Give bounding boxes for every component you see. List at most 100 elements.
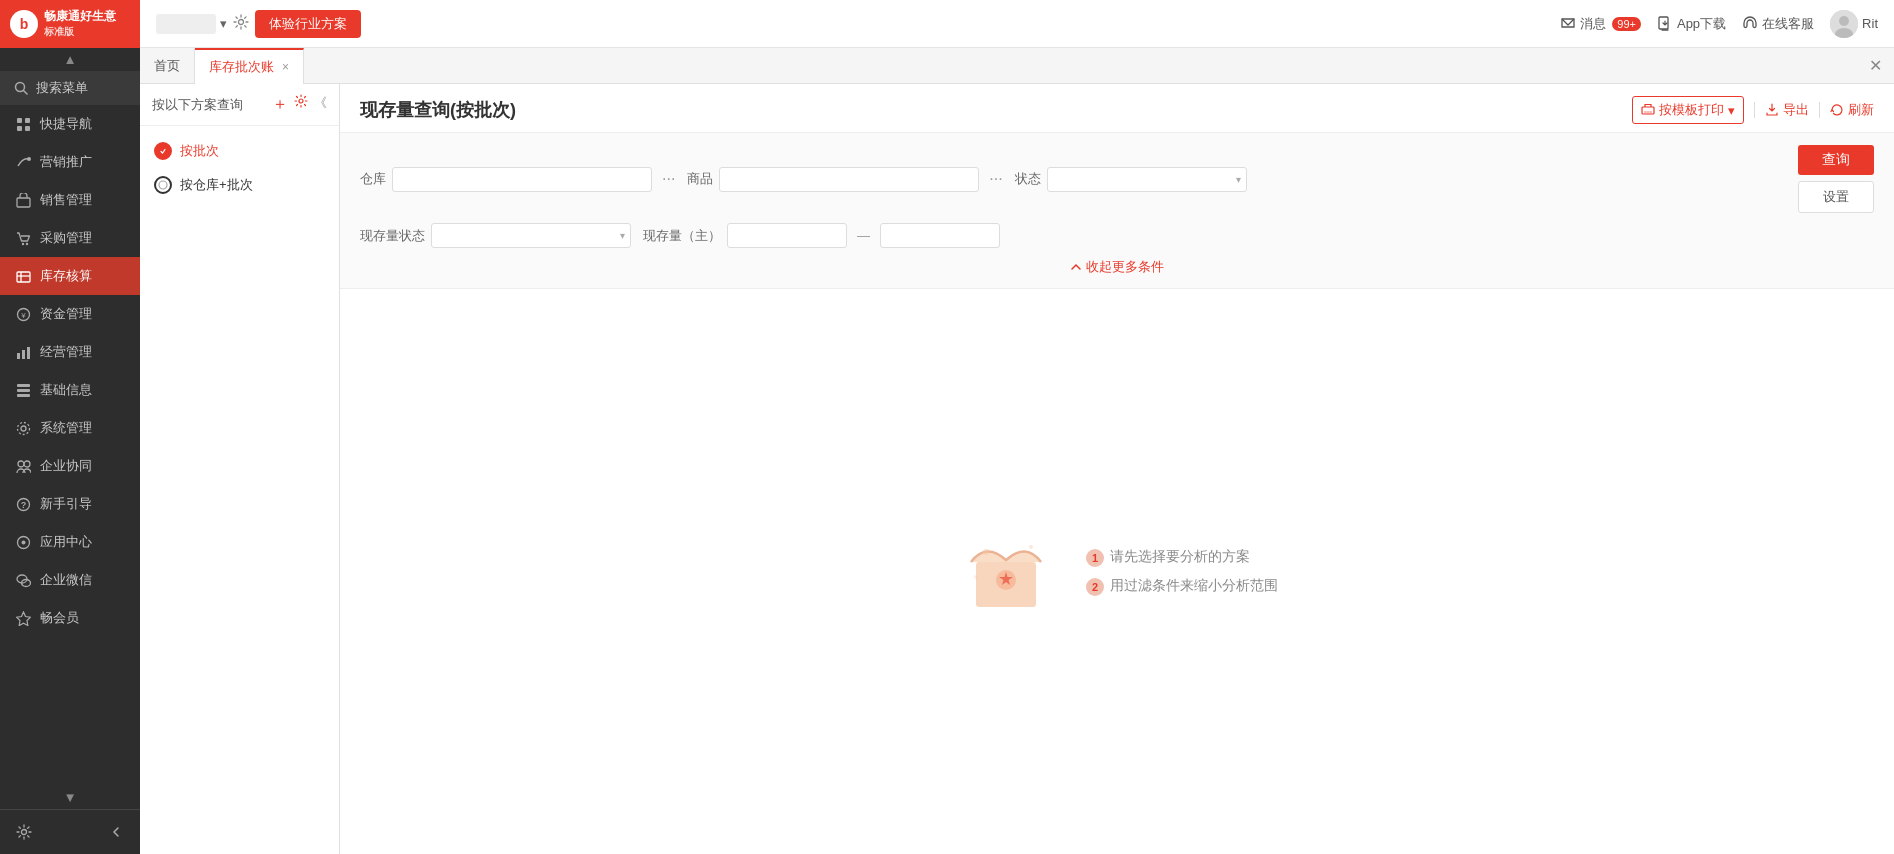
tab-inventory-batch[interactable]: 库存批次账 × [195, 48, 304, 84]
sidebar-title-block: 畅康通好生意 标准版 [44, 9, 116, 39]
svg-rect-10 [17, 272, 30, 282]
collapse-panel-btn[interactable]: 《 [314, 94, 327, 115]
collapse-label: 收起更多条件 [1086, 258, 1164, 276]
online-service-btn[interactable]: 在线客服 [1742, 15, 1814, 33]
scheme-icon-by-batch [154, 142, 172, 160]
inventory-qty-filter: 现存量（主） — [643, 223, 1000, 248]
product-filter: 商品 ··· [687, 167, 1002, 192]
empty-tip-2: 2 用过滤条件来缩小分析范围 [1086, 577, 1278, 596]
sidebar-item-enterprise-label: 企业协同 [40, 457, 92, 475]
template-print-btn[interactable]: 按模板打印 ▾ [1632, 96, 1744, 124]
scheme-list: 按批次 按仓库+批次 [140, 126, 339, 854]
svg-marker-31 [16, 612, 30, 626]
settings-btn[interactable]: 设置 [1798, 181, 1874, 213]
topbar-right: 消息 99+ App下载 在线客服 [1560, 10, 1878, 38]
sidebar-item-operation-label: 经营管理 [40, 343, 92, 361]
app-download-label: App下载 [1677, 15, 1726, 33]
svg-rect-2 [17, 118, 22, 123]
export-btn[interactable]: 导出 [1765, 101, 1809, 119]
add-scheme-btn[interactable]: ＋ [272, 94, 288, 115]
sidebar-item-member[interactable]: 畅会员 [0, 599, 140, 637]
topbar-nav: ▾ 体验行业方案 [156, 10, 1550, 38]
product-label: 商品 [687, 170, 713, 188]
industry-solution-btn[interactable]: 体验行业方案 [255, 10, 361, 38]
newbie-icon: ? [14, 495, 32, 513]
sidebar-item-inventory[interactable]: 库存核算 [0, 257, 140, 295]
sidebar-item-appstore[interactable]: 应用中心 [0, 523, 140, 561]
sidebar-settings-btn[interactable] [10, 818, 38, 846]
user-name: Rit [1862, 16, 1878, 31]
sidebar-scroll-up[interactable]: ▲ [0, 48, 140, 71]
svg-point-36 [1839, 16, 1849, 26]
action-buttons: 查询 设置 [1798, 145, 1874, 213]
sidebar-item-search[interactable]: 搜索菜单 [0, 71, 140, 105]
scheme-item-by-batch[interactable]: 按批次 [140, 134, 339, 168]
warehouse-more-btn[interactable]: ··· [662, 170, 675, 188]
message-badge: 99+ [1612, 17, 1641, 31]
sidebar-item-marketing[interactable]: 营销推广 [0, 143, 140, 181]
sidebar-scroll-down[interactable]: ▼ [0, 786, 140, 809]
refresh-btn[interactable]: 刷新 [1830, 101, 1874, 119]
status-select[interactable] [1047, 167, 1247, 192]
sidebar-item-appstore-label: 应用中心 [40, 533, 92, 551]
sidebar-item-purchase[interactable]: 采购管理 [0, 219, 140, 257]
sidebar-item-search-label: 搜索菜单 [36, 79, 88, 97]
svg-point-23 [18, 461, 24, 467]
collapse-more-conditions-btn[interactable]: 收起更多条件 [1070, 258, 1164, 276]
filter-row-1: 仓库 ··· 商品 ··· 状态 [360, 145, 1874, 213]
quick-nav-icon [14, 115, 32, 133]
inventory-status-label: 现存量状态 [360, 227, 425, 245]
svg-point-33 [239, 20, 244, 25]
tip-num-2: 2 [1086, 578, 1104, 596]
sidebar-item-sales[interactable]: 销售管理 [0, 181, 140, 219]
inventory-qty-max-input[interactable] [880, 223, 1000, 248]
tab-home-label: 首页 [154, 57, 180, 75]
sidebar-item-basic-label: 基础信息 [40, 381, 92, 399]
svg-rect-3 [25, 118, 30, 123]
message-btn[interactable]: 消息 99+ [1560, 15, 1641, 33]
sidebar-item-finance[interactable]: ¥ 资金管理 [0, 295, 140, 333]
topbar-gear-btn[interactable] [233, 14, 249, 33]
svg-point-39 [159, 147, 167, 155]
inventory-qty-dash: — [857, 228, 870, 243]
message-label: 消息 [1580, 15, 1606, 33]
svg-point-8 [21, 242, 23, 244]
sidebar-item-enterprise[interactable]: 企业协同 [0, 447, 140, 485]
dropdown-arrow-icon: ▾ [220, 16, 227, 31]
svg-line-1 [24, 91, 28, 95]
product-more-btn[interactable]: ··· [989, 170, 1002, 188]
purchase-icon [14, 229, 32, 247]
product-input[interactable] [719, 167, 979, 192]
sidebar-item-wechat-label: 企业微信 [40, 571, 92, 589]
scheme-item-by-warehouse-batch[interactable]: 按仓库+批次 [140, 168, 339, 202]
tab-inventory-batch-close[interactable]: × [282, 60, 289, 74]
panel-header-label: 按以下方案查询 [152, 96, 243, 114]
tip-2-text: 用过滤条件来缩小分析范围 [1110, 577, 1278, 595]
panel-header: 按以下方案查询 ＋ 《 [140, 84, 339, 126]
svg-rect-15 [17, 353, 20, 359]
sidebar-item-quick-nav[interactable]: 快捷导航 [0, 105, 140, 143]
sidebar-item-wechat[interactable]: 企业微信 [0, 561, 140, 599]
warehouse-filter: 仓库 ··· [360, 167, 675, 192]
svg-rect-19 [17, 389, 30, 392]
sidebar-item-system-label: 系统管理 [40, 419, 92, 437]
app-download-btn[interactable]: App下载 [1657, 15, 1726, 33]
tab-home[interactable]: 首页 [140, 48, 195, 84]
sidebar-item-system[interactable]: 系统管理 [0, 409, 140, 447]
main-area: ▾ 体验行业方案 消息 99+ [140, 0, 1894, 854]
sidebar-item-operation[interactable]: 经营管理 [0, 333, 140, 371]
system-icon [14, 419, 32, 437]
inventory-qty-label: 现存量（主） [643, 227, 721, 245]
topbar-dropdown[interactable]: ▾ [156, 14, 227, 34]
inventory-qty-min-input[interactable] [727, 223, 847, 248]
sidebar-collapse-btn[interactable] [102, 818, 130, 846]
inventory-status-select[interactable] [431, 223, 631, 248]
warehouse-input[interactable] [392, 167, 652, 192]
user-avatar-btn[interactable]: Rit [1830, 10, 1878, 38]
sidebar-item-newbie[interactable]: ? 新手引导 [0, 485, 140, 523]
tab-global-close-btn[interactable]: ✕ [1869, 56, 1882, 75]
scheme-settings-btn[interactable] [294, 94, 308, 115]
sidebar-item-purchase-label: 采购管理 [40, 229, 92, 247]
query-btn[interactable]: 查询 [1798, 145, 1874, 175]
sidebar-item-basic[interactable]: 基础信息 [0, 371, 140, 409]
